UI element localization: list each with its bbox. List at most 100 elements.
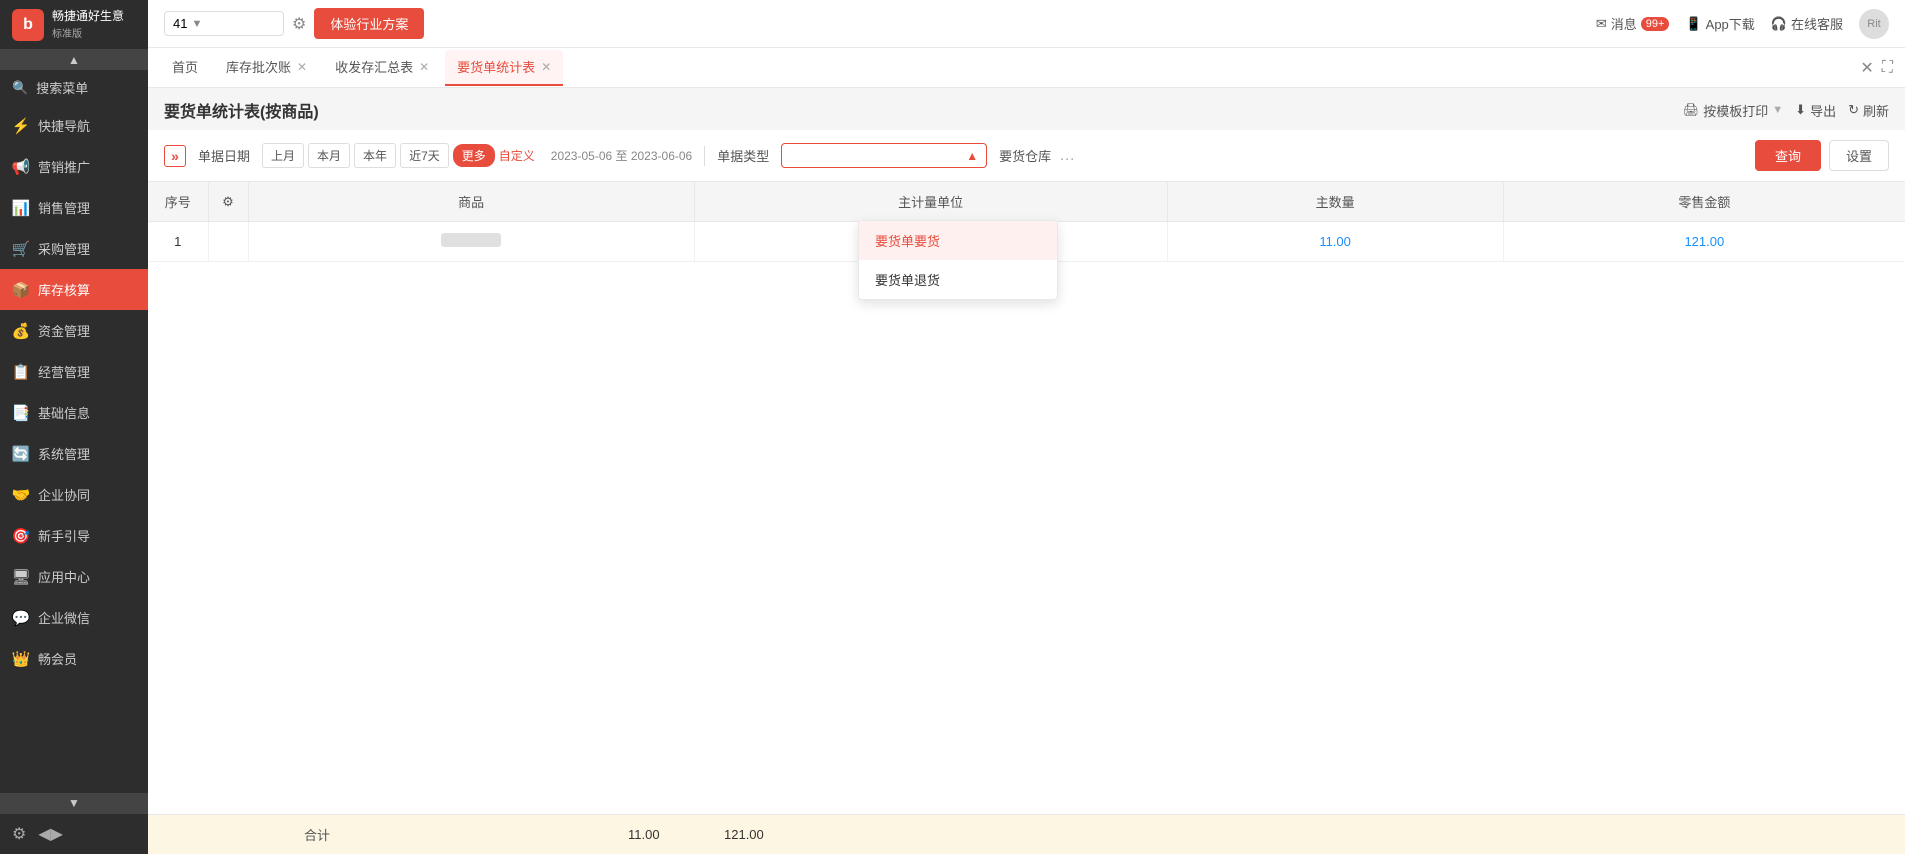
message-icon: ✉ (1596, 16, 1607, 32)
sidebar-item-enterprise[interactable]: 🤝 企业协同 (0, 474, 148, 515)
purchase-icon: 🛒 (12, 240, 30, 258)
custom-date-button[interactable]: 自定义 (499, 147, 535, 164)
download-icon: 📱 (1685, 16, 1701, 32)
more-dates-button[interactable]: 更多 (453, 144, 495, 167)
sidebar-item-finance[interactable]: 💰 资金管理 (0, 310, 148, 351)
topbar: 41 ▼ ⚙ 体验行业方案 ✉ 消息 99+ 📱 App下载 🎧 在线客服 Ri… (148, 0, 1905, 48)
tab-fullscreen-icon[interactable]: ⛶ (1882, 59, 1893, 77)
type-filter-select[interactable]: ▲ (781, 143, 987, 168)
member-icon: 👑 (12, 650, 30, 668)
amount-link[interactable]: 121.00 (1684, 234, 1724, 249)
tab-close-receive-summary[interactable]: ✕ (419, 60, 429, 74)
print-template-button[interactable]: 🖨 按模板打印 ▼ (1683, 101, 1783, 120)
filter-expand-button[interactable]: » (164, 145, 186, 167)
system-icon: 🔄 (12, 445, 30, 463)
sidebar-item-wechat[interactable]: 💬 企业微信 (0, 597, 148, 638)
dropdown-item-order-goods[interactable]: 要货单要货 (859, 221, 1057, 260)
wechat-icon: 💬 (12, 609, 30, 627)
this-month-button[interactable]: 本月 (308, 143, 350, 168)
page-content: 要货单统计表(按商品) 🖨 按模板打印 ▼ ⬇ 导出 ↻ 刷新 (148, 88, 1905, 854)
type-select-arrow-up-icon: ▲ (966, 149, 978, 163)
search-icon: 🔍 (12, 80, 28, 96)
collapse-icon[interactable]: ◀▶ (38, 824, 63, 844)
trial-industry-button[interactable]: 体验行业方案 (314, 8, 424, 39)
type-dropdown: 要货单要货 要货单退货 (858, 220, 1058, 300)
company-select-value: 41 (173, 16, 187, 31)
messages-button[interactable]: ✉ 消息 99+ (1596, 14, 1670, 33)
topbar-left: 41 ▼ ⚙ 体验行业方案 (164, 8, 1584, 39)
messages-badge: 99+ (1641, 17, 1670, 31)
refresh-button[interactable]: ↻ 刷新 (1848, 101, 1889, 120)
col-header-unit: 主计量单位 (694, 182, 1167, 222)
sidebar-scroll-up[interactable]: ▲ (0, 50, 148, 70)
app-logo-icon: b (12, 9, 44, 41)
type-filter-label: 单据类型 (717, 146, 769, 165)
footer-quantity-value: 11.00 (628, 827, 660, 842)
chevron-down-icon: ▼ (68, 796, 80, 810)
setting-button[interactable]: 设置 (1829, 140, 1889, 171)
dropdown-item-order-return[interactable]: 要货单退货 (859, 260, 1057, 299)
warehouse-more-icon[interactable]: … (1059, 147, 1075, 165)
basic-icon: 📑 (12, 404, 30, 422)
cell-no: 1 (148, 222, 208, 262)
tab-home[interactable]: 首页 (160, 50, 210, 86)
date-filter-label: 单据日期 (198, 146, 250, 165)
app-logo-text: 畅捷通好生意 标准版 (52, 9, 124, 40)
last-7-days-button[interactable]: 近7天 (400, 143, 449, 168)
sidebar-item-system[interactable]: 🔄 系统管理 (0, 433, 148, 474)
sidebar-item-quick-nav[interactable]: ⚡ 快捷导航 (0, 105, 148, 146)
page-header: 要货单统计表(按商品) 🖨 按模板打印 ▼ ⬇ 导出 ↻ 刷新 (148, 88, 1905, 130)
sidebar-item-purchase[interactable]: 🛒 采购管理 (0, 228, 148, 269)
sidebar-bottom: ⚙ ◀▶ (0, 813, 148, 854)
enterprise-icon: 🤝 (12, 486, 30, 504)
appstore-icon: 🖥 (12, 568, 30, 586)
sidebar-scroll-down[interactable]: ▼ (0, 793, 148, 813)
tab-close-inventory-batch[interactable]: ✕ (297, 60, 307, 74)
topbar-gear-icon[interactable]: ⚙ (292, 14, 306, 34)
tab-receive-summary[interactable]: 收发存汇总表 ✕ (323, 50, 441, 86)
col-header-quantity: 主数量 (1167, 182, 1503, 222)
query-button[interactable]: 查询 (1755, 140, 1821, 171)
tab-order-stats[interactable]: 要货单统计表 ✕ (445, 50, 563, 86)
type-filter-input[interactable] (790, 148, 966, 163)
tab-close-order-stats[interactable]: ✕ (541, 60, 551, 74)
sidebar-item-marketing[interactable]: 📢 营销推广 (0, 146, 148, 187)
topbar-right: ✉ 消息 99+ 📱 App下载 🎧 在线客服 Rit (1596, 9, 1889, 39)
cell-amount: 121.00 (1503, 222, 1905, 262)
tabs-actions: ✕ ⛶ (1860, 58, 1893, 78)
warehouse-filter-label: 要货仓库 (999, 146, 1051, 165)
export-icon: ⬇ (1795, 102, 1806, 118)
user-avatar[interactable]: Rit (1859, 9, 1889, 39)
col-header-amount: 零售金额 (1503, 182, 1905, 222)
table-settings-icon[interactable]: ⚙ (222, 194, 234, 209)
page-title: 要货单统计表(按商品) (164, 98, 319, 122)
sidebar-item-sales[interactable]: 📊 销售管理 (0, 187, 148, 228)
marketing-icon: 📢 (12, 158, 30, 176)
sidebar-item-operation[interactable]: 📋 经营管理 (0, 351, 148, 392)
printer-icon: 🖨 (1683, 102, 1700, 118)
app-download-button[interactable]: 📱 App下载 (1685, 14, 1754, 33)
last-month-button[interactable]: 上月 (262, 143, 304, 168)
col-header-gear[interactable]: ⚙ (208, 182, 248, 222)
footer-total-label: 合计 (304, 825, 330, 844)
cell-goods (248, 222, 694, 262)
operation-icon: 📋 (12, 363, 30, 381)
tab-inventory-batch[interactable]: 库存批次账 ✕ (214, 50, 319, 86)
sidebar-item-guide[interactable]: 🎯 新手引导 (0, 515, 148, 556)
main-content: 41 ▼ ⚙ 体验行业方案 ✉ 消息 99+ 📱 App下载 🎧 在线客服 Ri… (148, 0, 1905, 854)
sidebar-item-appstore[interactable]: 🖥 应用中心 (0, 556, 148, 597)
filter-actions: 查询 设置 (1755, 140, 1889, 171)
quantity-link[interactable]: 11.00 (1319, 234, 1351, 249)
sidebar-item-basic[interactable]: 📑 基础信息 (0, 392, 148, 433)
this-year-button[interactable]: 本年 (354, 143, 396, 168)
tab-close-all-icon[interactable]: ✕ (1860, 58, 1873, 78)
sidebar-item-inventory[interactable]: 📦 库存核算 (0, 269, 148, 310)
settings-icon[interactable]: ⚙ (12, 824, 26, 844)
inventory-icon: 📦 (12, 281, 30, 299)
sidebar-item-member[interactable]: 👑 畅会员 (0, 638, 148, 679)
sales-icon: 📊 (12, 199, 30, 217)
sidebar-search[interactable]: 🔍 搜索菜单 (0, 70, 148, 105)
online-service-button[interactable]: 🎧 在线客服 (1771, 14, 1843, 33)
company-selector[interactable]: 41 ▼ (164, 11, 284, 36)
export-button[interactable]: ⬇ 导出 (1795, 101, 1836, 120)
